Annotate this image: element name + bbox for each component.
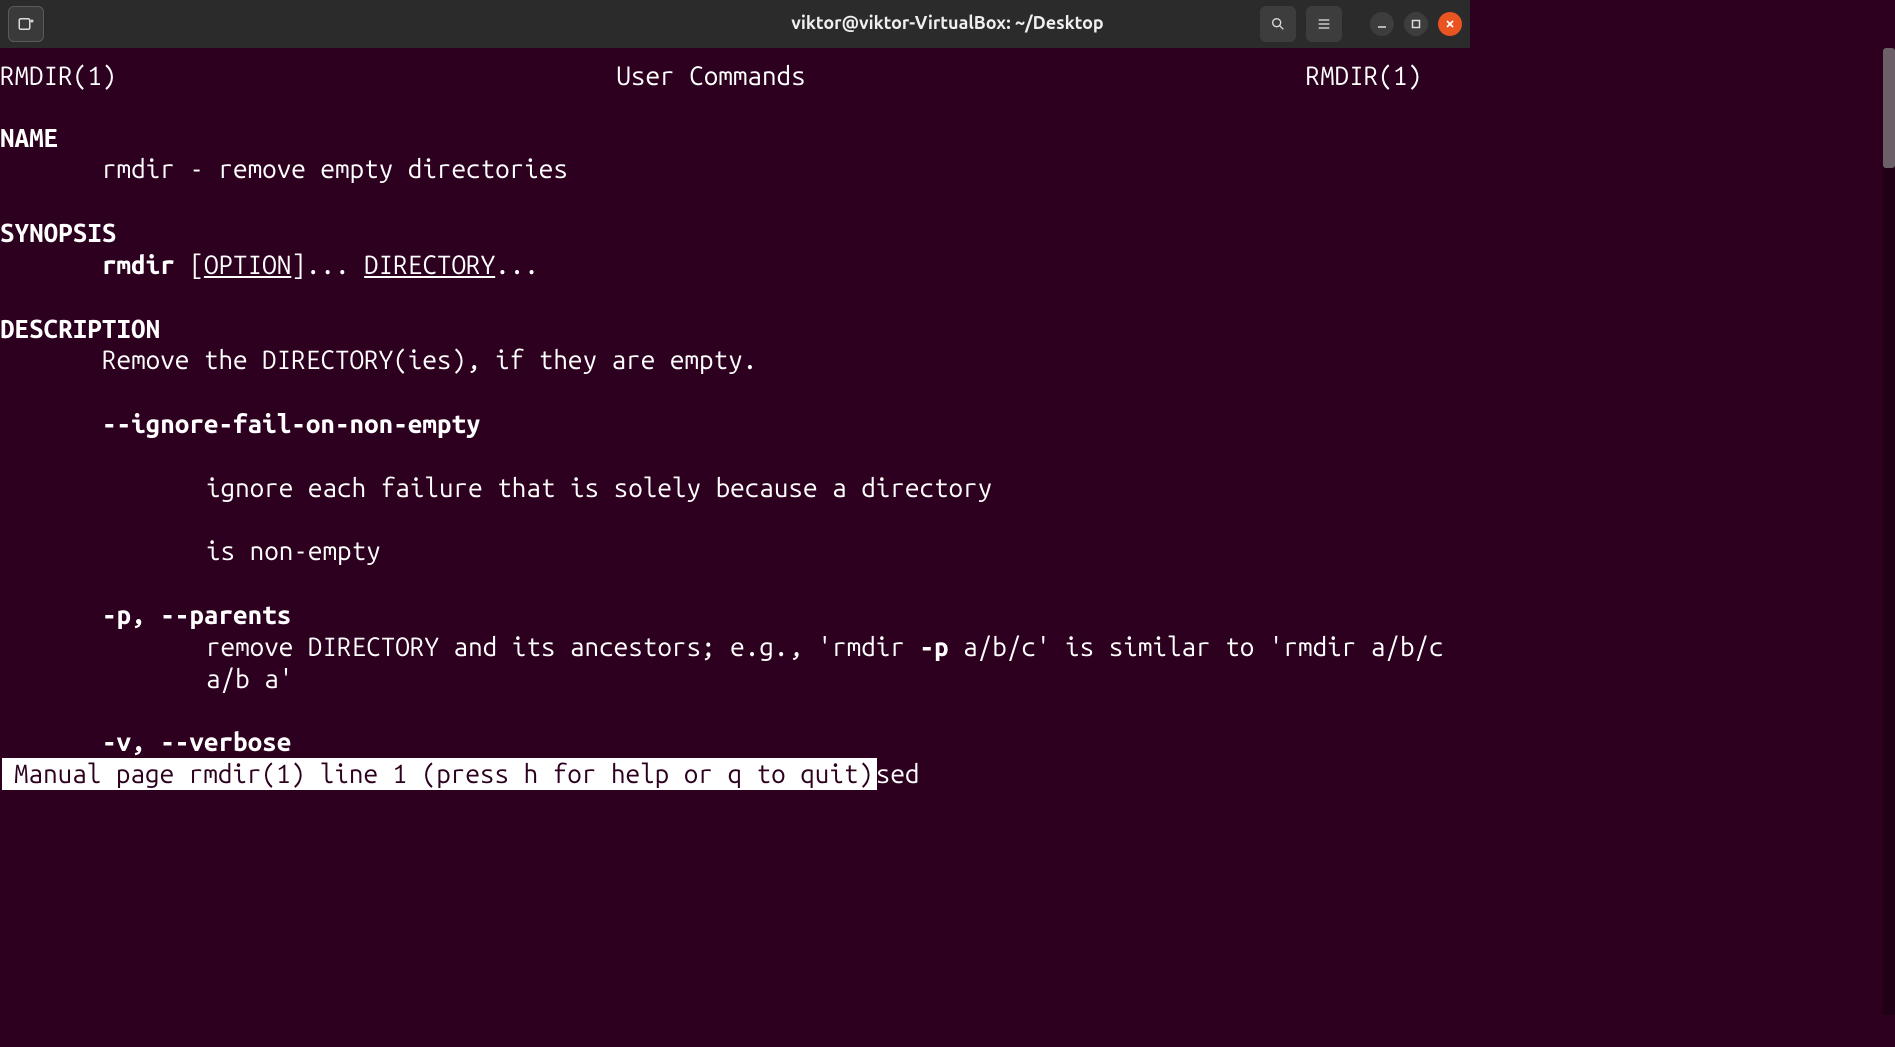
option-parents-flag: -p, --parents	[0, 599, 1470, 631]
hamburger-icon	[1316, 16, 1332, 32]
new-tab-icon	[17, 15, 35, 33]
option-parents-desc-bold: -p	[919, 632, 948, 661]
option-ignore-flag: --ignore-fail-on-non-empty	[0, 408, 1470, 440]
synopsis-rbracket-dots: ]...	[291, 250, 364, 279]
minimize-icon	[1377, 19, 1387, 29]
man-header-center: User Commands	[616, 60, 805, 92]
scrollbar-track[interactable]	[1883, 48, 1895, 1015]
option-parents-desc: remove DIRECTORY and its ancestors; e.g.…	[0, 631, 1470, 694]
man-status-line: Manual page rmdir(1) line 1 (press h for…	[2, 758, 877, 790]
maximize-button[interactable]	[1404, 12, 1428, 36]
synopsis-directory: DIRECTORY	[364, 250, 495, 279]
name-line: rmdir - remove empty directories	[0, 153, 1470, 185]
synopsis-command: rmdir	[102, 250, 175, 279]
new-tab-button[interactable]	[8, 6, 44, 42]
terminal-viewport[interactable]: RMDIR(1) User Commands RMDIR(1) NAME rmd…	[0, 48, 1470, 790]
menu-button[interactable]	[1306, 6, 1342, 42]
synopsis-trailing-dots: ...	[495, 250, 539, 279]
option-ignore-desc-line1: ignore each failure that is solely becau…	[0, 472, 1470, 504]
search-icon	[1270, 16, 1286, 32]
synopsis-option: OPTION	[204, 250, 291, 279]
titlebar: viktor@viktor-VirtualBox: ~/Desktop	[0, 0, 1470, 48]
section-synopsis-heading: SYNOPSIS	[0, 217, 1470, 249]
window-title: viktor@viktor-VirtualBox: ~/Desktop	[0, 13, 1895, 35]
man-header-left: RMDIR(1)	[0, 60, 116, 92]
man-header-right: RMDIR(1)	[1306, 60, 1422, 92]
option-verbose-flag: -v, --verbose	[0, 726, 1470, 758]
maximize-icon	[1411, 19, 1421, 29]
close-button[interactable]	[1438, 12, 1462, 36]
section-name-heading: NAME	[0, 122, 1470, 154]
man-header-row: RMDIR(1) User Commands RMDIR(1)	[0, 50, 1470, 92]
search-button[interactable]	[1260, 6, 1296, 42]
option-parents-desc-pre: remove DIRECTORY and its ancestors; e.g.…	[206, 632, 919, 661]
description-intro: Remove the DIRECTORY(ies), if they are e…	[0, 344, 1470, 376]
scrollbar-thumb[interactable]	[1883, 48, 1895, 168]
synopsis-lbracket: [	[175, 250, 204, 279]
close-icon	[1445, 19, 1455, 29]
minimize-button[interactable]	[1370, 12, 1394, 36]
synopsis-line: rmdir [OPTION]... DIRECTORY...	[0, 249, 1470, 281]
section-description-heading: DESCRIPTION	[0, 313, 1470, 345]
option-ignore-desc-line2: is non-empty	[0, 535, 1470, 567]
